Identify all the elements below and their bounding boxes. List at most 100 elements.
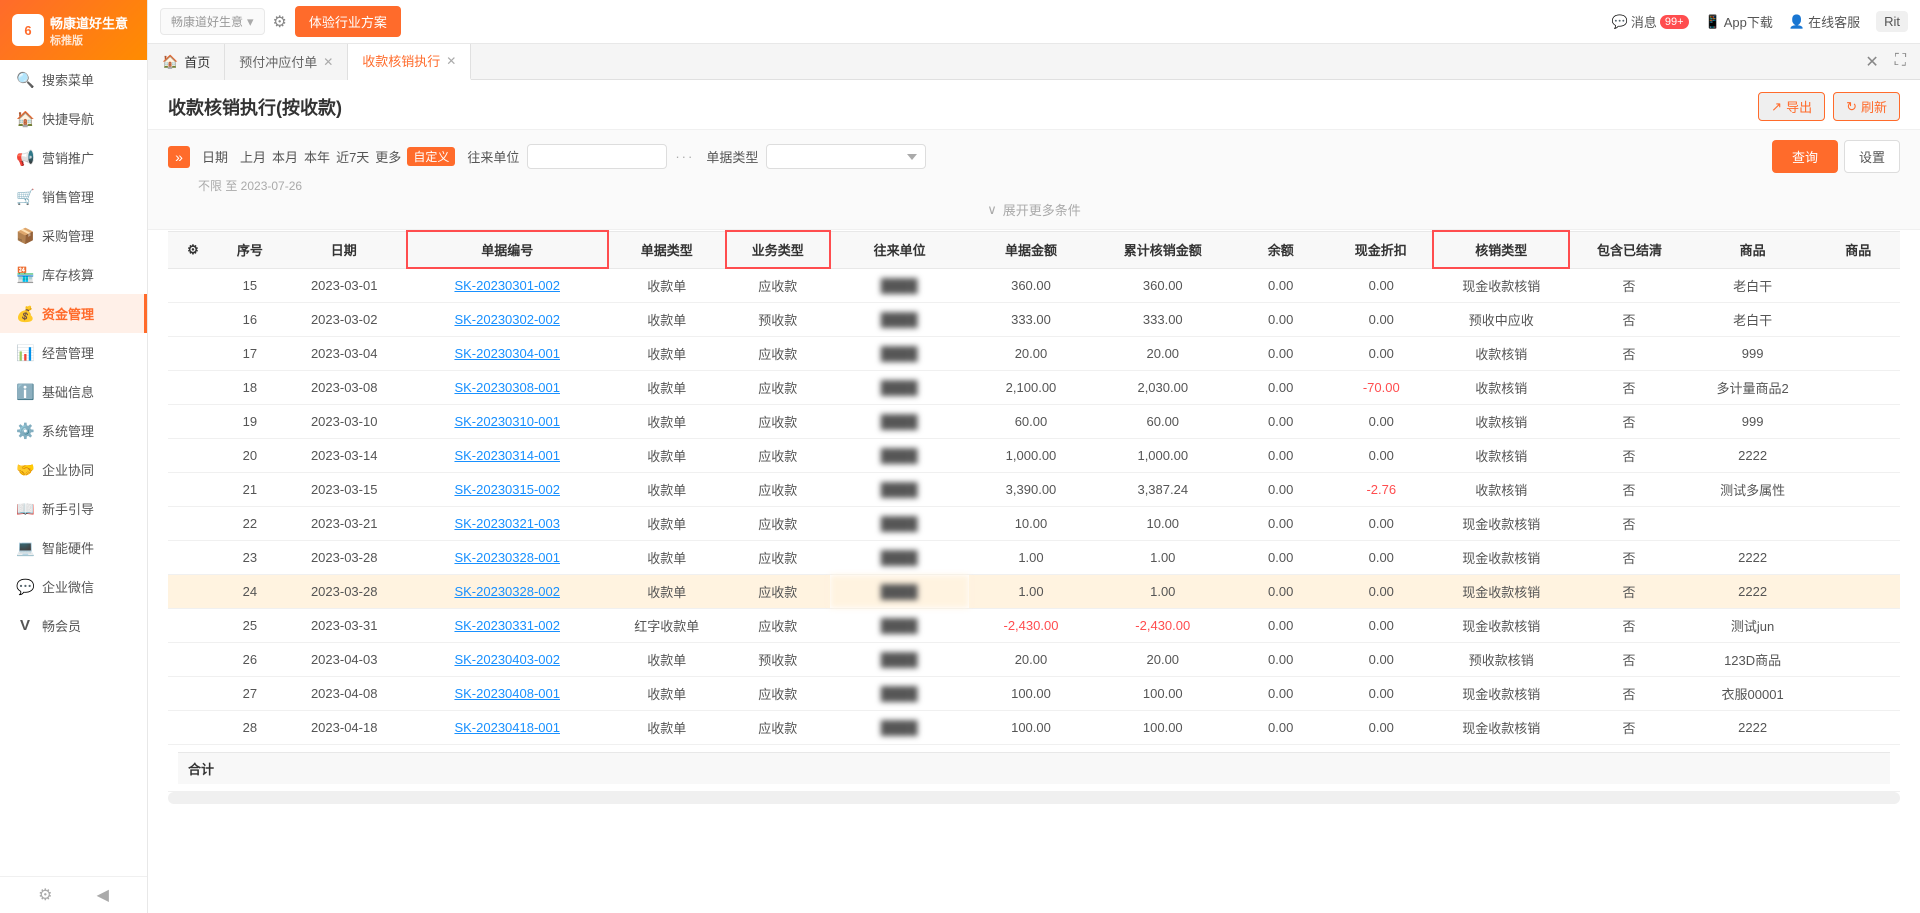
user-menu[interactable]: Rit [1876,11,1908,32]
table-row[interactable]: 232023-03-28SK-20230328-001收款单应收款████1.0… [168,541,1900,575]
date-custom-button[interactable]: 自定义 [407,147,455,166]
cell-date: 2023-03-08 [282,371,407,405]
cell-bill-no[interactable]: SK-20230301-002 [407,268,608,303]
footer-label: 合计 [178,752,1890,784]
cell-amount: 20.00 [969,337,1094,371]
cell-cum-amount: 20.00 [1093,643,1232,677]
tab-close-icon[interactable]: ✕ [323,55,333,69]
sidebar-item-marketing[interactable]: 📢 营销推广 [0,138,147,177]
sidebar-item-inventory[interactable]: 🏪 库存核算 [0,255,147,294]
cell-goods2 [1817,541,1900,575]
cell-partner: ████ [830,609,969,643]
cell-bill-no[interactable]: SK-20230418-001 [407,711,608,745]
collapse-icon[interactable]: ◀ [97,885,109,905]
sidebar-item-system[interactable]: ⚙️ 系统管理 [0,411,147,450]
table-row[interactable]: 162023-03-02SK-20230302-002收款单预收款████333… [168,303,1900,337]
setting-button[interactable]: 设置 [1844,140,1900,173]
cell-date: 2023-03-21 [282,507,407,541]
expand-more-row[interactable]: ∨ 展开更多条件 [168,200,1900,219]
cell-biz-type: 应收款 [726,439,830,473]
cell-bill-no[interactable]: SK-20230408-001 [407,677,608,711]
tab-close-active-icon[interactable]: ✕ [446,54,456,68]
table-row[interactable]: 222023-03-21SK-20230321-003收款单应收款████10.… [168,507,1900,541]
cell-biz-type: 应收款 [726,405,830,439]
workspace-dropdown[interactable]: 畅康道好生意 ▾ [160,8,265,35]
tab-label: 预付冲应付单 [239,52,317,71]
cell-included: 否 [1569,677,1688,711]
table-row[interactable]: 262023-04-03SK-20230403-002收款单预收款████20.… [168,643,1900,677]
partner-filter-dots[interactable]: ··· [675,149,694,164]
cell-bill-no[interactable]: SK-20230302-002 [407,303,608,337]
cell-balance: 0.00 [1232,609,1329,643]
cell-bill-no[interactable]: SK-20230331-002 [407,609,608,643]
export-button[interactable]: ↗ 导出 [1758,92,1825,121]
tab-prepay-order[interactable]: 预付冲应付单 ✕ [225,44,348,80]
sidebar-item-guide[interactable]: 📖 新手引导 [0,489,147,528]
cell-partner: ████ [830,337,969,371]
table-footer-row: 合计 [168,745,1900,792]
table-footer-total: 合计 [168,745,1900,792]
online-service-button[interactable]: 👤 在线客服 [1789,12,1860,31]
cell-included: 否 [1569,337,1688,371]
date-last-month[interactable]: 上月 [240,147,266,166]
cell-goods2 [1817,371,1900,405]
table-row[interactable]: 272023-04-08SK-20230408-001收款单应收款████100… [168,677,1900,711]
table-row[interactable]: 282023-04-18SK-20230418-001收款单应收款████100… [168,711,1900,745]
refresh-button[interactable]: ↻ 刷新 [1833,92,1900,121]
cell-goods1: 衣服00001 [1689,677,1817,711]
sidebar-item-operation[interactable]: 📊 经营管理 [0,333,147,372]
cell-checkbox [168,575,218,609]
cell-bill-no[interactable]: SK-20230308-001 [407,371,608,405]
settings-gear-icon[interactable]: ⚙ [38,885,52,905]
app-download-button[interactable]: 📱 App下载 [1705,12,1773,31]
date-7days[interactable]: 近7天 [336,147,369,166]
close-tab-icon[interactable]: ✕ [1859,50,1884,74]
message-button[interactable]: 💬 消息 99+ [1612,12,1689,31]
date-this-year[interactable]: 本年 [304,147,330,166]
table-row[interactable]: 182023-03-08SK-20230308-001收款单应收款████2,1… [168,371,1900,405]
sidebar-item-label: 基础信息 [42,382,94,401]
cell-bill-no[interactable]: SK-20230315-002 [407,473,608,507]
date-more[interactable]: 更多 [375,147,401,166]
table-row[interactable]: 252023-03-31SK-20230331-002红字收款单应收款████-… [168,609,1900,643]
tab-verify-execute[interactable]: 收款核销执行 ✕ [348,44,471,80]
cell-bill-no[interactable]: SK-20230304-001 [407,337,608,371]
col-header-goods2: 商品 [1817,231,1900,268]
cell-bill-no[interactable]: SK-20230310-001 [407,405,608,439]
table-row[interactable]: 242023-03-28SK-20230328-002收款单应收款████1.0… [168,575,1900,609]
sidebar-item-finance[interactable]: 💰 资金管理 [0,294,147,333]
query-button[interactable]: 查询 [1772,140,1838,173]
sidebar-item-search[interactable]: 🔍 搜索菜单 [0,60,147,99]
table-row[interactable]: 152023-03-01SK-20230301-002收款单应收款████360… [168,268,1900,303]
cell-bill-no[interactable]: SK-20230403-002 [407,643,608,677]
sidebar-item-basic[interactable]: ℹ️ 基础信息 [0,372,147,411]
sidebar-item-sales[interactable]: 🛒 销售管理 [0,177,147,216]
col-header-gear[interactable]: ⚙ [168,231,218,268]
topbar-gear-icon[interactable]: ⚙ [273,12,287,32]
cell-bill-no[interactable]: SK-20230328-002 [407,575,608,609]
cell-checkbox [168,473,218,507]
sidebar-item-purchase[interactable]: 📦 采购管理 [0,216,147,255]
filter-expand-button[interactable]: » [168,146,190,168]
sidebar-item-member[interactable]: V 畅会员 [0,606,147,645]
partner-filter-input[interactable] [527,144,667,169]
date-this-month[interactable]: 本月 [272,147,298,166]
cell-bill-no[interactable]: SK-20230328-001 [407,541,608,575]
tab-home[interactable]: 🏠 首页 [148,44,225,80]
cell-bill-no[interactable]: SK-20230314-001 [407,439,608,473]
cell-no: 20 [218,439,282,473]
maximize-tab-icon[interactable]: ⛶ [1889,50,1912,74]
table-row[interactable]: 192023-03-10SK-20230310-001收款单应收款████60.… [168,405,1900,439]
table-row[interactable]: 202023-03-14SK-20230314-001收款单应收款████1,0… [168,439,1900,473]
sidebar-item-hardware[interactable]: 💻 智能硬件 [0,528,147,567]
bill-type-select[interactable]: 收款单 红字收款单 [766,144,926,169]
sidebar-item-enterprise[interactable]: 🤝 企业协同 [0,450,147,489]
industry-solution-button[interactable]: 体验行业方案 [295,6,401,37]
cell-checkbox [168,439,218,473]
cell-bill-no[interactable]: SK-20230321-003 [407,507,608,541]
table-row[interactable]: 172023-03-04SK-20230304-001收款单应收款████20.… [168,337,1900,371]
table-row[interactable]: 212023-03-15SK-20230315-002收款单应收款████3,3… [168,473,1900,507]
sidebar-item-quicknav[interactable]: 🏠 快捷导航 [0,99,147,138]
horizontal-scrollbar[interactable] [168,792,1900,804]
sidebar-item-wechat[interactable]: 💬 企业微信 [0,567,147,606]
